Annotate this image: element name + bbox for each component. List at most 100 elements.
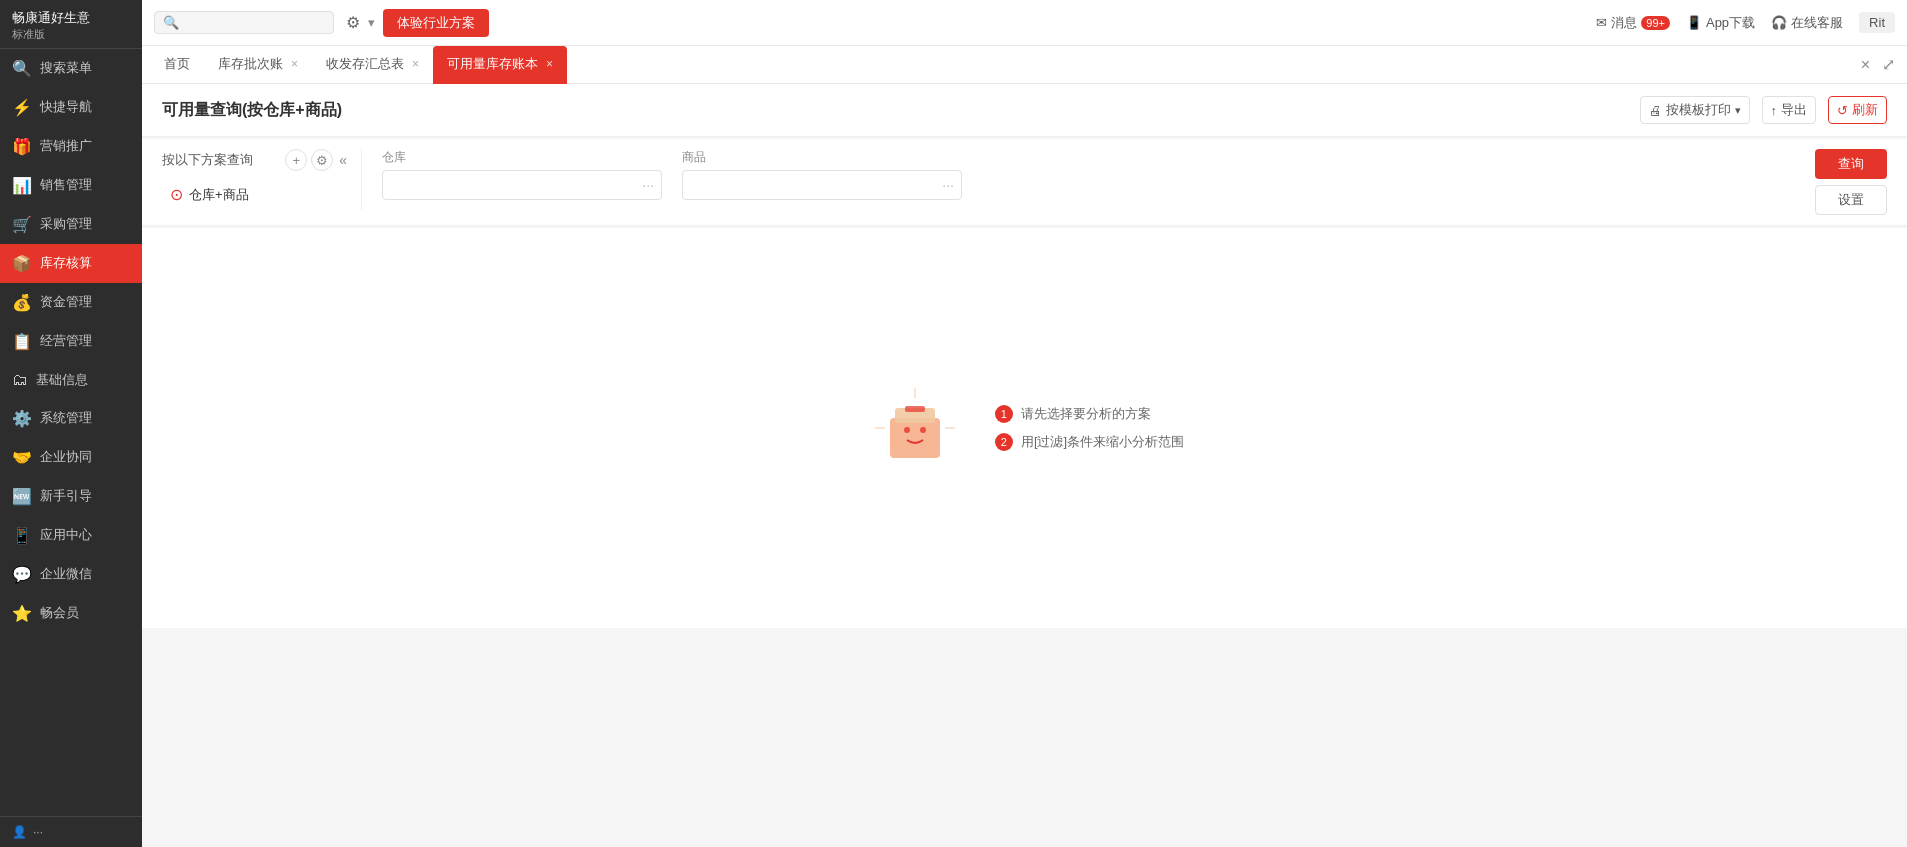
tab-receive-summary-close[interactable]: × [412,57,419,71]
sales-icon: 📊 [12,176,32,195]
brand-sub: 标准版 [12,27,130,42]
print-icon: 🖨 [1649,103,1662,118]
system-icon: ⚙️ [12,409,32,428]
sidebar-item-sales[interactable]: 📊 销售管理 [0,166,142,205]
sidebar-item-label: 新手引导 [40,487,92,505]
sidebar-item-label: 系统管理 [40,409,92,427]
warehouse-more-icon[interactable]: ··· [642,177,654,193]
tabs-expand-button[interactable]: ⤢ [1878,55,1899,74]
empty-tip-1: 1 请先选择要分析的方案 [995,405,1184,423]
tab-available-ledger-close[interactable]: × [546,57,553,71]
operation-icon: 📋 [12,332,32,351]
tab-receive-summary-label: 收发存汇总表 [326,55,404,73]
refresh-icon: ↺ [1837,103,1848,118]
scheme-item-warehouse-product[interactable]: ⊙ 仓库+商品 [162,179,349,210]
user-name: Rit [1869,15,1885,30]
tip-text-1: 请先选择要分析的方案 [1021,405,1151,423]
product-label: 商品 [682,149,962,166]
tab-home-label: 首页 [164,55,190,73]
app-download-button[interactable]: 📱 App下载 [1686,14,1755,32]
sidebar-item-enterprise[interactable]: 🤝 企业协同 [0,438,142,477]
sidebar-item-shortcut[interactable]: ⚡ 快捷导航 [0,88,142,127]
sidebar-item-system[interactable]: ⚙️ 系统管理 [0,399,142,438]
tabs-bar: 首页 库存批次账 × 收发存汇总表 × 可用量库存账本 × × ⤢ [142,46,1907,84]
scheme-item-icon: ⊙ [170,185,183,204]
print-dropdown-icon[interactable]: ▾ [1735,104,1741,117]
collapse-scheme-button[interactable]: « [337,150,349,170]
sidebar-item-label: 库存核算 [40,254,92,272]
topbar-search-input[interactable] [183,15,323,30]
sidebar-item-inventory[interactable]: 📦 库存核算 [0,244,142,283]
topbar-right: ✉ 消息 99+ 📱 App下载 🎧 在线客服 Rit [1596,12,1895,33]
cart-icon: 🛒 [12,215,32,234]
svg-rect-0 [890,418,940,458]
basic-icon: 🗂 [12,371,28,389]
product-input[interactable] [682,170,962,200]
sidebar-item-label: 应用中心 [40,526,92,544]
tab-available-ledger[interactable]: 可用量库存账本 × [433,46,567,84]
product-field: 商品 ··· [682,149,962,200]
print-template-button[interactable]: 🖨 按模板打印 ▾ [1640,96,1750,124]
message-icon: ✉ [1596,15,1607,30]
search-icon: 🔍 [163,15,179,30]
headset-icon: 🎧 [1771,15,1787,30]
solution-button[interactable]: 体验行业方案 [383,9,489,37]
main-area: 🔍 ⚙ ▾ 体验行业方案 ✉ 消息 99+ 📱 App下载 🎧 在线客服 Rit [142,0,1907,847]
empty-state-content: 1 请先选择要分析的方案 2 用[过滤]条件来缩小分析范围 [865,378,1184,478]
sidebar-item-label: 营销推广 [40,137,92,155]
sidebar-item-member[interactable]: ⭐ 畅会员 [0,594,142,633]
tabs-close-all-button[interactable]: × [1853,56,1878,74]
online-service-button[interactable]: 🎧 在线客服 [1771,14,1843,32]
user-icon: 👤 [12,825,27,839]
search-icon: 🔍 [12,59,32,78]
sidebar-item-appstore[interactable]: 📱 应用中心 [0,516,142,555]
warehouse-field: 仓库 ··· [382,149,662,200]
empty-illustration [865,378,965,478]
app-icon: 📱 [12,526,32,545]
query-button[interactable]: 查询 [1815,149,1887,179]
topbar-search-wrap: 🔍 [154,11,334,34]
sidebar-brand: 畅康通好生意 标准版 [0,0,142,49]
sidebar-item-finance[interactable]: 💰 资金管理 [0,283,142,322]
sidebar-item-marketing[interactable]: 🎁 营销推广 [0,127,142,166]
tab-available-ledger-label: 可用量库存账本 [447,55,538,73]
sidebar-item-basic[interactable]: 🗂 基础信息 [0,361,142,399]
warehouse-input[interactable] [382,170,662,200]
message-button[interactable]: ✉ 消息 99+ [1596,14,1670,32]
empty-state-tips: 1 请先选择要分析的方案 2 用[过滤]条件来缩小分析范围 [995,405,1184,451]
export-label: 导出 [1781,101,1807,119]
sidebar-item-label: 畅会员 [40,604,79,622]
user-avatar[interactable]: Rit [1859,12,1895,33]
dropdown-icon[interactable]: ▾ [368,15,375,30]
sidebar-nav: 🔍 搜索菜单 ⚡ 快捷导航 🎁 营销推广 📊 销售管理 🛒 采购管理 📦 库存核… [0,49,142,816]
sidebar-item-wxwork[interactable]: 💬 企业微信 [0,555,142,594]
sidebar-item-newbie[interactable]: 🆕 新手引导 [0,477,142,516]
wechat-icon: 💬 [12,565,32,584]
export-button[interactable]: ↑ 导出 [1762,96,1817,124]
svg-rect-2 [905,406,925,412]
sidebar-item-operation[interactable]: 📋 经营管理 [0,322,142,361]
tab-batch-account[interactable]: 库存批次账 × [204,46,312,84]
sidebar-item-label: 企业微信 [40,565,92,583]
tab-batch-account-label: 库存批次账 [218,55,283,73]
settings-icon[interactable]: ⚙ [346,13,360,32]
inventory-icon: 📦 [12,254,32,273]
tab-receive-summary[interactable]: 收发存汇总表 × [312,46,433,84]
message-badge: 99+ [1641,16,1670,30]
refresh-button[interactable]: ↺ 刷新 [1828,96,1887,124]
enterprise-icon: 🤝 [12,448,32,467]
sidebar-user[interactable]: 👤 ··· [0,816,142,847]
query-scheme-header: 按以下方案查询 + ⚙ « [162,149,349,171]
tab-home[interactable]: 首页 [150,46,204,84]
page-title-actions: 🖨 按模板打印 ▾ ↑ 导出 ↺ 刷新 [1640,96,1888,124]
product-more-icon[interactable]: ··· [942,177,954,193]
query-settings-button[interactable]: 设置 [1815,185,1887,215]
page-content: 可用量查询(按仓库+商品) 🖨 按模板打印 ▾ ↑ 导出 ↺ 刷新 [142,84,1907,847]
sidebar-item-search[interactable]: 🔍 搜索菜单 [0,49,142,88]
query-fields: 仓库 ··· 商品 ··· [362,149,1795,200]
tab-batch-account-close[interactable]: × [291,57,298,71]
add-scheme-button[interactable]: + [285,149,307,171]
query-area: 按以下方案查询 + ⚙ « ⊙ 仓库+商品 仓库 [142,139,1907,226]
sidebar-item-purchase[interactable]: 🛒 采购管理 [0,205,142,244]
manage-scheme-button[interactable]: ⚙ [311,149,333,171]
